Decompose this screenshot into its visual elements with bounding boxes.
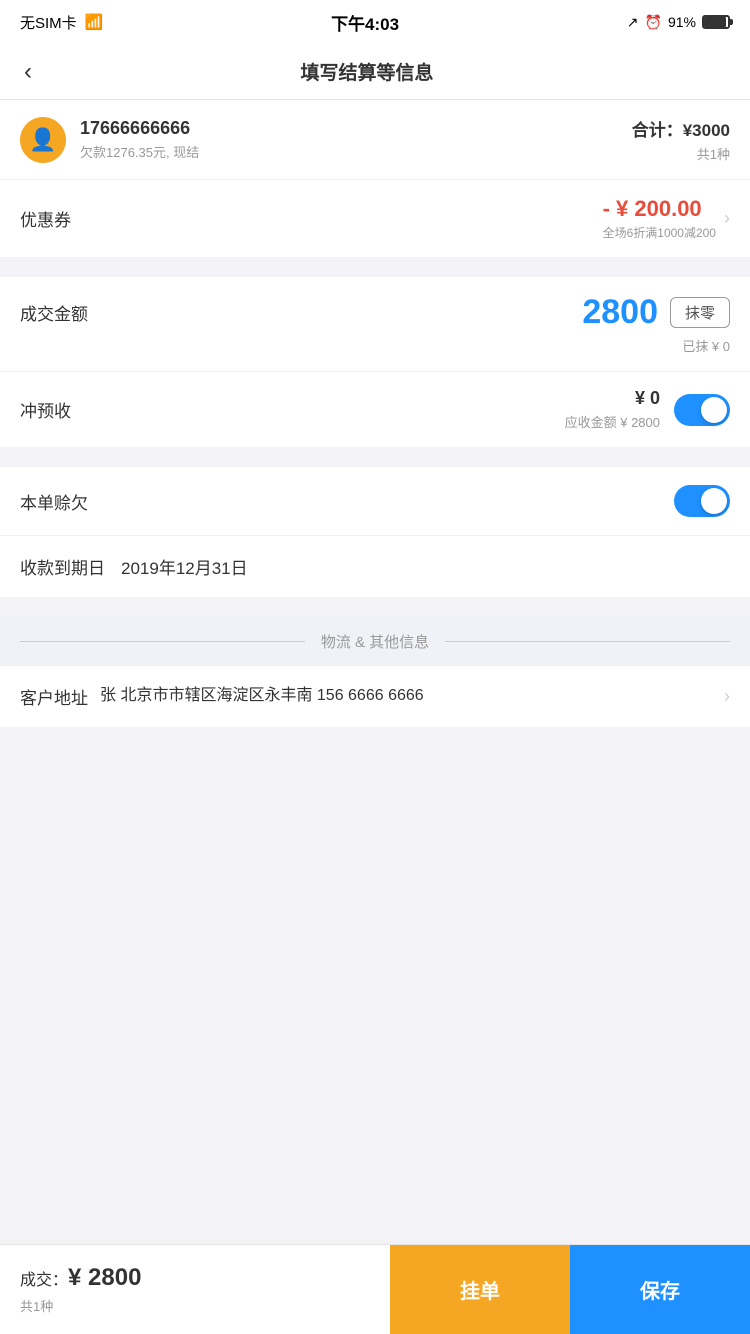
status-time: 下午4:03 (331, 10, 399, 35)
customer-sub: 欠款1276.35元, 现结 (80, 142, 199, 161)
coupon-desc: 全场6折满1000减200 (603, 224, 716, 241)
page-title: 填写结算等信息 (48, 58, 686, 85)
coupon-info: - ¥ 200.00 全场6折满1000减200 (603, 196, 716, 241)
avatar: 👤 (20, 117, 66, 163)
address-row[interactable]: 客户地址 张 北京市市辖区海淀区永丰南 156 6666 6666 › (0, 666, 750, 727)
writeoff-card: 本单赊欠 收款到期日 2019年12月31日 (0, 467, 750, 597)
coupon-label: 优惠券 (20, 206, 71, 231)
logistics-text: 物流 & 其他信息 (305, 631, 445, 652)
toggle-knob (701, 397, 727, 423)
no-sim-text: 无SIM卡 (20, 12, 77, 33)
logistics-line-right (445, 641, 730, 642)
precollect-sub: 应收金额 ¥ 2800 (565, 412, 660, 431)
amount-card: 成交金额 2800 抹零 已抹 ¥ 0 冲预收 ¥ 0 应收金额 ¥ 2800 (0, 277, 750, 447)
due-date-label: 收款到期日 (20, 554, 105, 579)
customer-card: 👤 17666666666 欠款1276.35元, 现结 合计：¥3000 共1… (0, 100, 750, 257)
address-label: 客户地址 (20, 684, 88, 709)
battery-bar (702, 15, 730, 29)
hold-button[interactable]: 挂单 (390, 1245, 570, 1334)
due-date-section: 收款到期日 2019年12月31日 (0, 535, 750, 597)
precollect-amount: ¥ 0 (565, 388, 660, 409)
deal-amount: ¥ 2800 (68, 1264, 141, 1291)
back-button[interactable]: ‹ (16, 50, 40, 94)
total-label: 合计： (632, 121, 683, 140)
total-value: ¥3000 (683, 121, 730, 140)
precollect-section: 冲预收 ¥ 0 应收金额 ¥ 2800 (0, 371, 750, 447)
bottom-space (0, 727, 750, 847)
coupon-right: - ¥ 200.00 全场6折满1000减200 › (603, 196, 730, 241)
section-divider-3 (0, 607, 750, 617)
customer-phone: 17666666666 (80, 118, 199, 139)
battery-percent: 91% (668, 14, 696, 30)
amount-section: 成交金额 2800 抹零 已抹 ¥ 0 (0, 277, 750, 371)
customer-total: 合计：¥3000 共1种 (632, 116, 730, 163)
section-divider-1 (0, 267, 750, 277)
status-right: ↗ ⏰ 91% (627, 14, 730, 31)
coupon-chevron: › (724, 208, 730, 229)
customer-left: 👤 17666666666 欠款1276.35元, 现结 (20, 117, 199, 163)
amount-value-wrap: 2800 抹零 (582, 293, 730, 332)
address-content: 张 北京市市辖区海淀区永丰南 156 6666 6666 (100, 684, 712, 708)
precollect-row: 冲预收 ¥ 0 应收金额 ¥ 2800 (20, 388, 730, 431)
amount-number: 2800 (582, 293, 658, 332)
save-button[interactable]: 保存 (570, 1245, 750, 1334)
total-amount: 合计：¥3000 (632, 116, 730, 141)
writeoff-toggle[interactable] (674, 485, 730, 517)
bottom-bar: 成交：¥ 2800 共1种 挂单 保存 (0, 1244, 750, 1334)
address-chevron: › (724, 686, 730, 707)
status-bar: 无SIM卡 📶 下午4:03 ↗ ⏰ 91% (0, 0, 750, 44)
writeoff-label: 本单赊欠 (20, 489, 88, 514)
amount-label: 成交金额 (20, 300, 88, 325)
bottom-info: 成交：¥ 2800 共1种 (0, 1245, 390, 1334)
navigation-icon: ↗ (627, 14, 639, 31)
customer-row: 👤 17666666666 欠款1276.35元, 现结 合计：¥3000 共1… (0, 100, 750, 179)
item-count: 共1种 (632, 144, 730, 163)
status-left: 无SIM卡 📶 (20, 12, 103, 33)
writeoff-toggle-knob (701, 488, 727, 514)
bottom-count: 共1种 (20, 1296, 370, 1315)
amount-sub: 已抹 ¥ 0 (20, 336, 730, 355)
wifi-icon: 📶 (85, 13, 104, 31)
coupon-discount: - ¥ 200.00 (603, 196, 716, 222)
customer-info: 17666666666 欠款1276.35元, 现结 (80, 118, 199, 161)
bottom-deal-label: 成交：¥ 2800 (20, 1264, 370, 1292)
nav-bar: ‹ 填写结算等信息 (0, 44, 750, 100)
precollect-values: ¥ 0 应收金额 ¥ 2800 (565, 388, 660, 431)
section-divider-2 (0, 457, 750, 467)
alarm-icon: ⏰ (645, 14, 662, 31)
due-date-row: 收款到期日 2019年12月31日 (20, 554, 730, 579)
precollect-label: 冲预收 (20, 397, 71, 422)
deal-prefix: 成交： (20, 1272, 68, 1289)
battery-fill (704, 17, 726, 27)
logistics-line-left (20, 641, 305, 642)
amount-row: 成交金额 2800 抹零 (20, 293, 730, 332)
precollect-right: ¥ 0 应收金额 ¥ 2800 (565, 388, 730, 431)
writeoff-row: 本单赊欠 (0, 467, 750, 535)
round-button[interactable]: 抹零 (670, 297, 730, 328)
logistics-divider: 物流 & 其他信息 (0, 617, 750, 666)
precollect-toggle[interactable] (674, 394, 730, 426)
due-date-value: 2019年12月31日 (121, 554, 248, 579)
coupon-row[interactable]: 优惠券 - ¥ 200.00 全场6折满1000减200 › (0, 179, 750, 257)
main-content: 👤 17666666666 欠款1276.35元, 现结 合计：¥3000 共1… (0, 100, 750, 937)
